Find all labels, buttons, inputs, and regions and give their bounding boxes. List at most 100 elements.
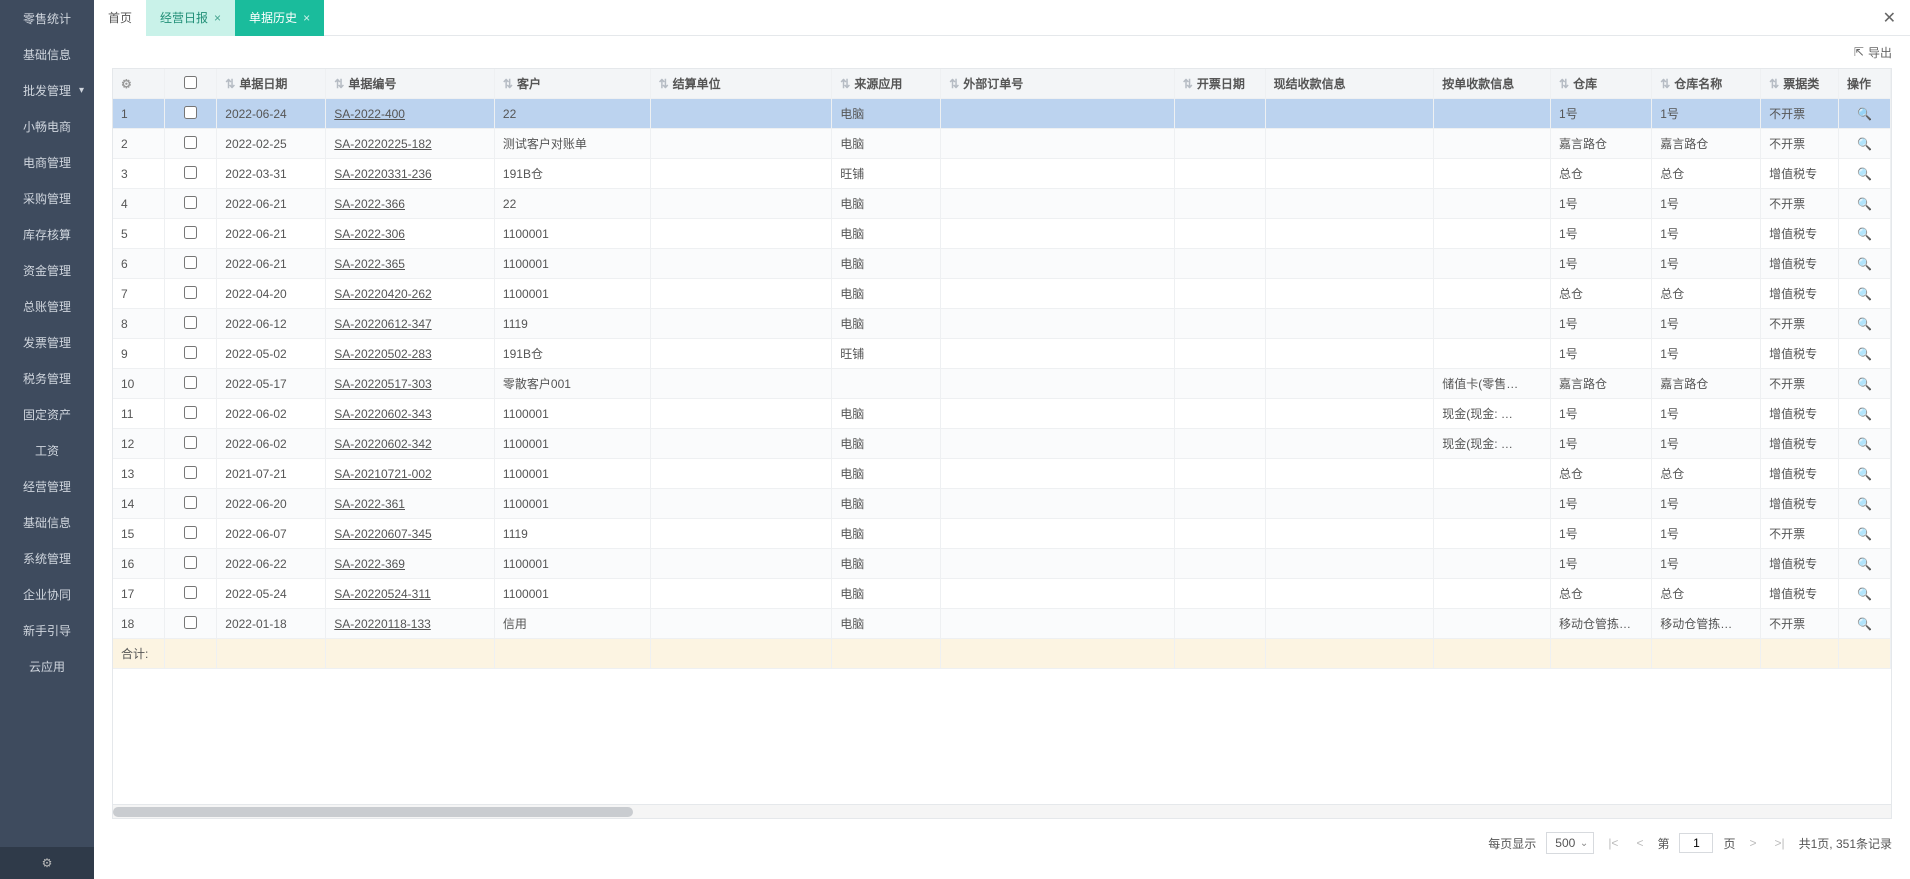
close-icon[interactable]: × — [303, 11, 310, 25]
prev-page-icon[interactable]: < — [1632, 836, 1647, 850]
sidebar-item-5[interactable]: 采购管理 — [0, 180, 94, 216]
sidebar-item-13[interactable]: 经营管理 — [0, 468, 94, 504]
view-icon[interactable]: 🔍 — [1857, 527, 1872, 541]
row-checkbox[interactable] — [184, 376, 197, 389]
table-row[interactable]: 112022-06-02SA-20220602-3431100001电脑现金(现… — [113, 399, 1891, 429]
table-row[interactable]: 152022-06-07SA-20220607-3451119电脑1号1号不开票… — [113, 519, 1891, 549]
doc-number-link[interactable]: SA-2022-400 — [334, 107, 405, 121]
doc-number-link[interactable]: SA-20220225-182 — [334, 137, 431, 151]
tab-2[interactable]: 单据历史× — [235, 0, 324, 36]
view-icon[interactable]: 🔍 — [1857, 587, 1872, 601]
sidebar-item-0[interactable]: 零售统计 — [0, 0, 94, 36]
sidebar-item-18[interactable]: 云应用 — [0, 648, 94, 684]
doc-number-link[interactable]: SA-20220420-262 — [334, 287, 431, 301]
table-row[interactable]: 132021-07-21SA-20210721-0021100001电脑总仓总仓… — [113, 459, 1891, 489]
row-checkbox[interactable] — [184, 166, 197, 179]
view-icon[interactable]: 🔍 — [1857, 347, 1872, 361]
view-icon[interactable]: 🔍 — [1857, 467, 1872, 481]
sidebar-item-6[interactable]: 库存核算 — [0, 216, 94, 252]
doc-number-link[interactable]: SA-2022-369 — [334, 557, 405, 571]
view-icon[interactable]: 🔍 — [1857, 197, 1872, 211]
sidebar-item-8[interactable]: 总账管理 — [0, 288, 94, 324]
first-page-icon[interactable]: |< — [1604, 836, 1622, 850]
doc-number-link[interactable]: SA-20220502-283 — [334, 347, 431, 361]
row-checkbox[interactable] — [184, 406, 197, 419]
table-row[interactable]: 22022-02-25SA-20220225-182测试客户对账单电脑嘉言路仓嘉… — [113, 129, 1891, 159]
col-cust[interactable]: ⇅客户 — [494, 69, 650, 99]
sidebar-item-1[interactable]: 基础信息 — [0, 36, 94, 72]
doc-number-link[interactable]: SA-2022-365 — [334, 257, 405, 271]
col-settle[interactable]: ⇅结算单位 — [650, 69, 832, 99]
sidebar-item-17[interactable]: 新手引导 — [0, 612, 94, 648]
table-row[interactable]: 42022-06-21SA-2022-36622电脑1号1号不开票🔍 — [113, 189, 1891, 219]
col-inv[interactable]: ⇅票据类 — [1761, 69, 1839, 99]
sidebar-item-15[interactable]: 系统管理 — [0, 540, 94, 576]
doc-number-link[interactable]: SA-20220517-303 — [334, 377, 431, 391]
view-icon[interactable]: 🔍 — [1857, 557, 1872, 571]
sidebar-item-16[interactable]: 企业协同 — [0, 576, 94, 612]
view-icon[interactable]: 🔍 — [1857, 287, 1872, 301]
sidebar-item-9[interactable]: 发票管理 — [0, 324, 94, 360]
col-src[interactable]: ⇅来源应用 — [832, 69, 941, 99]
horizontal-scrollbar[interactable] — [112, 805, 1892, 819]
doc-number-link[interactable]: SA-20220602-343 — [334, 407, 431, 421]
row-checkbox[interactable] — [184, 556, 197, 569]
doc-number-link[interactable]: SA-2022-361 — [334, 497, 405, 511]
row-checkbox[interactable] — [184, 136, 197, 149]
table-row[interactable]: 82022-06-12SA-20220612-3471119电脑1号1号不开票🔍 — [113, 309, 1891, 339]
view-icon[interactable]: 🔍 — [1857, 377, 1872, 391]
view-icon[interactable]: 🔍 — [1857, 437, 1872, 451]
row-checkbox[interactable] — [184, 286, 197, 299]
col-invdate[interactable]: ⇅开票日期 — [1174, 69, 1265, 99]
view-icon[interactable]: 🔍 — [1857, 407, 1872, 421]
row-checkbox[interactable] — [184, 256, 197, 269]
view-icon[interactable]: 🔍 — [1857, 257, 1872, 271]
view-icon[interactable]: 🔍 — [1857, 107, 1872, 121]
row-checkbox[interactable] — [184, 106, 197, 119]
row-checkbox[interactable] — [184, 196, 197, 209]
doc-number-link[interactable]: SA-20220612-347 — [334, 317, 431, 331]
doc-number-link[interactable]: SA-20220607-345 — [334, 527, 431, 541]
row-checkbox[interactable] — [184, 226, 197, 239]
tab-0[interactable]: 首页 — [94, 0, 146, 36]
row-checkbox[interactable] — [184, 316, 197, 329]
row-checkbox[interactable] — [184, 526, 197, 539]
row-checkbox[interactable] — [184, 586, 197, 599]
sidebar-item-12[interactable]: 工资 — [0, 432, 94, 468]
export-button[interactable]: ⇱ 导出 — [1854, 44, 1892, 61]
sidebar-item-7[interactable]: 资金管理 — [0, 252, 94, 288]
view-icon[interactable]: 🔍 — [1857, 317, 1872, 331]
close-all-icon[interactable]: ✕ — [1869, 8, 1910, 28]
doc-number-link[interactable]: SA-20220524-311 — [334, 587, 431, 601]
row-checkbox[interactable] — [184, 436, 197, 449]
doc-number-link[interactable]: SA-2022-306 — [334, 227, 405, 241]
table-row[interactable]: 172022-05-24SA-20220524-3111100001电脑总仓总仓… — [113, 579, 1891, 609]
per-page-select[interactable]: 500 ⌄ — [1546, 832, 1594, 854]
next-page-icon[interactable]: > — [1745, 836, 1760, 850]
table-row[interactable]: 102022-05-17SA-20220517-303零散客户001储值卡(零售… — [113, 369, 1891, 399]
row-checkbox[interactable] — [184, 616, 197, 629]
sidebar-item-3[interactable]: 小畅电商 — [0, 108, 94, 144]
page-input[interactable] — [1679, 833, 1713, 853]
doc-number-link[interactable]: SA-20220331-236 — [334, 167, 431, 181]
col-num[interactable]: ⇅单据编号 — [326, 69, 495, 99]
table-row[interactable]: 162022-06-22SA-2022-3691100001电脑1号1号增值税专… — [113, 549, 1891, 579]
table-scroll[interactable]: ⚙⇅单据日期⇅单据编号⇅客户⇅结算单位⇅来源应用⇅外部订单号⇅开票日期现结收款信… — [112, 68, 1892, 805]
row-checkbox[interactable] — [184, 466, 197, 479]
table-row[interactable]: 32022-03-31SA-20220331-236191B仓旺铺总仓总仓增值税… — [113, 159, 1891, 189]
doc-number-link[interactable]: SA-20210721-002 — [334, 467, 431, 481]
table-row[interactable]: 182022-01-18SA-20220118-133信用电脑移动仓管拣…移动仓… — [113, 609, 1891, 639]
table-row[interactable]: 62022-06-21SA-2022-3651100001电脑1号1号增值税专🔍 — [113, 249, 1891, 279]
sidebar-item-2[interactable]: 批发管理▾ — [0, 72, 94, 108]
table-row[interactable]: 142022-06-20SA-2022-3611100001电脑1号1号增值税专… — [113, 489, 1891, 519]
row-checkbox[interactable] — [184, 346, 197, 359]
col-ext[interactable]: ⇅外部订单号 — [941, 69, 1175, 99]
col-whname[interactable]: ⇅仓库名称 — [1652, 69, 1761, 99]
view-icon[interactable]: 🔍 — [1857, 227, 1872, 241]
table-row[interactable]: 12022-06-24SA-2022-40022电脑1号1号不开票🔍 — [113, 99, 1891, 129]
sidebar-footer[interactable]: ⚙ — [0, 847, 94, 879]
view-icon[interactable]: 🔍 — [1857, 167, 1872, 181]
row-checkbox[interactable] — [184, 496, 197, 509]
view-icon[interactable]: 🔍 — [1857, 497, 1872, 511]
select-all-checkbox[interactable] — [184, 76, 197, 89]
